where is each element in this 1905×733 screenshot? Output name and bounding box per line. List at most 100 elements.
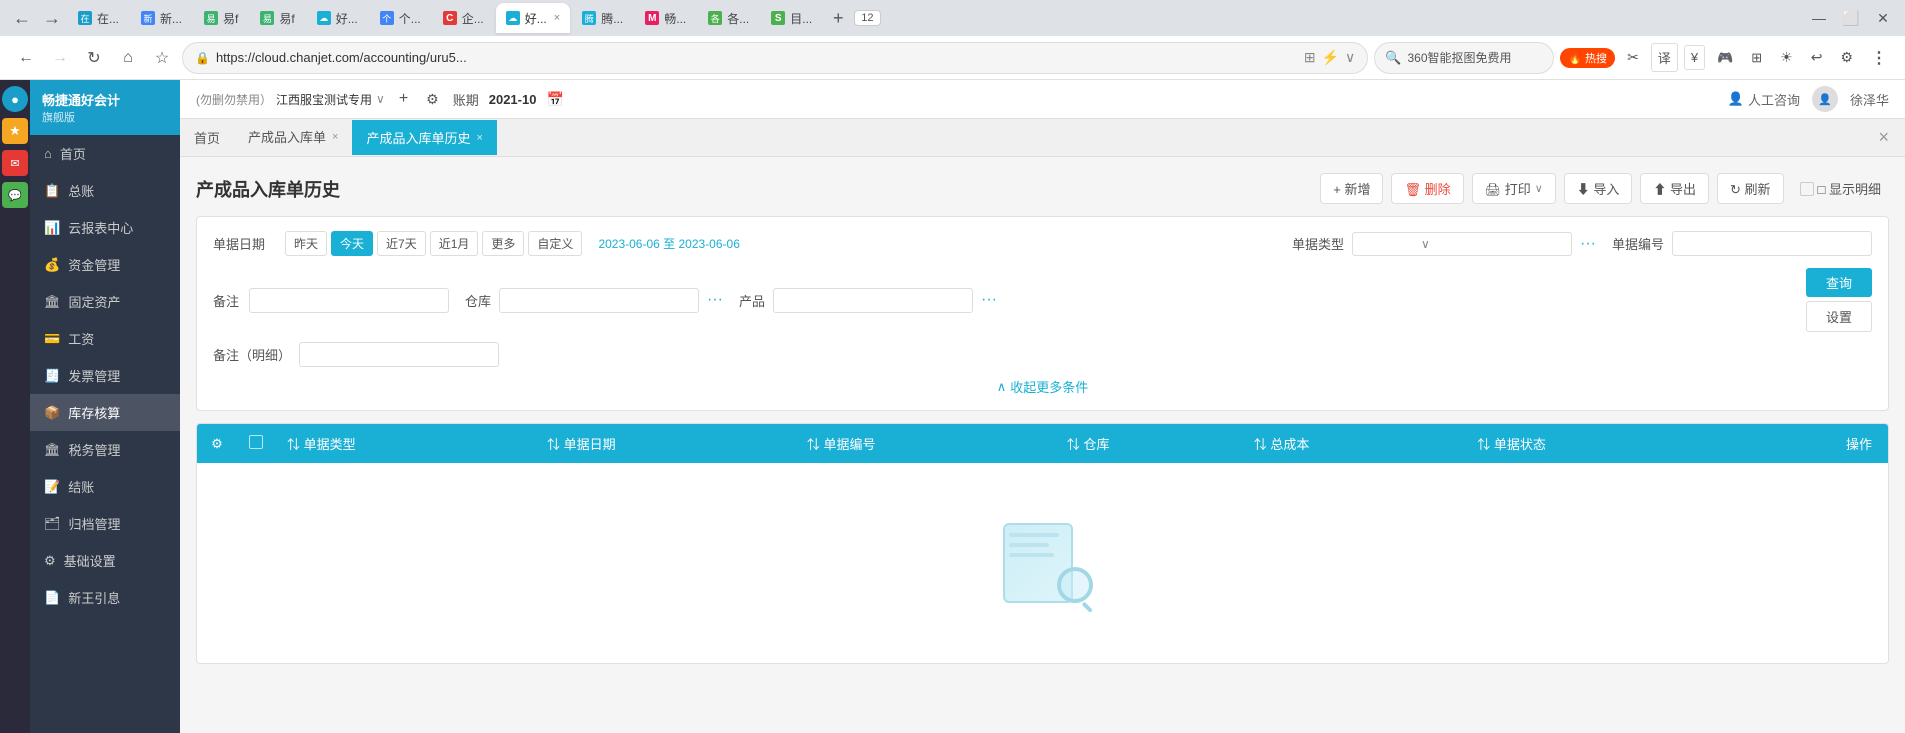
tab-7[interactable]: C 企... <box>433 3 494 33</box>
tab-12[interactable]: S 目... <box>761 3 822 33</box>
tab-count-badge[interactable]: 12 <box>854 10 880 26</box>
tab-11[interactable]: 各 各... <box>698 3 759 33</box>
tab-1[interactable]: 在 在... <box>68 3 129 33</box>
th-type[interactable]: ⇅ 单据类型 <box>275 424 535 463</box>
nav-forward-btn[interactable]: → <box>46 44 74 72</box>
tab-10[interactable]: M 畅... <box>635 3 696 33</box>
header-add-btn[interactable]: + <box>395 90 412 108</box>
nav-item-fixed[interactable]: 🏛 固定资产 <box>30 283 180 320</box>
tab-4[interactable]: 易 易f <box>250 3 304 33</box>
toolbar-import-btn[interactable]: ⬇ 导入 <box>1564 173 1633 204</box>
nav-item-tax[interactable]: 🏛 税务管理 <box>30 431 180 468</box>
header-settings-btn[interactable]: ⚙ <box>422 91 443 108</box>
nav-home-btn[interactable]: ⌂ <box>114 44 142 72</box>
toolbar-show-checkbox[interactable]: □ 显示明细 <box>1792 174 1889 203</box>
page-tab-1[interactable]: 产成品入库单 × <box>234 119 352 156</box>
nav-item-home[interactable]: ⌂ 首页 <box>30 135 180 172</box>
dropdown-icon[interactable]: ∨ <box>1345 49 1355 66</box>
new-tab-button[interactable]: + <box>824 4 852 32</box>
th-settings[interactable]: ⚙ <box>197 424 237 463</box>
hot-badge[interactable]: 🔥 热搜 <box>1560 48 1615 68</box>
icon-sidebar-star[interactable]: ★ <box>2 118 28 144</box>
toolbar-export-btn[interactable]: ⬆ 导出 <box>1640 173 1709 204</box>
th-status[interactable]: ⇅ 单据状态 <box>1465 424 1725 463</box>
toolbar-delete-btn[interactable]: 🗑 删除 <box>1391 173 1463 204</box>
th-date[interactable]: ⇅ 单据日期 <box>535 424 795 463</box>
tab-3[interactable]: 易 易f <box>194 3 248 33</box>
nav-back-btn[interactable]: ← <box>12 44 40 72</box>
date-btn-today[interactable]: 今天 <box>331 231 373 256</box>
page-tab-2-close[interactable]: × <box>476 132 482 144</box>
company-select[interactable]: (勿删勿禁用） (勿删勿禁用）江西服宝测试专用 江西服宝测试专用 ∨ <box>196 91 385 108</box>
window-close[interactable]: ✕ <box>1869 4 1897 32</box>
th-check[interactable] <box>237 424 275 463</box>
user-avatar[interactable]: 👤 <box>1812 86 1838 112</box>
game-tool[interactable]: 🎮 <box>1711 46 1739 70</box>
theme-tool[interactable]: ☀ <box>1774 45 1799 70</box>
header-checkbox[interactable] <box>249 435 263 449</box>
filter-warehouse-dots[interactable]: ··· <box>707 291 723 309</box>
history-tool[interactable]: ↩ <box>1805 45 1829 70</box>
nav-refresh-btn[interactable]: ↻ <box>80 44 108 72</box>
tab-2[interactable]: 新 新... <box>131 3 192 33</box>
nav-item-settle[interactable]: 📝 结账 <box>30 468 180 505</box>
breadcrumb-home[interactable]: 首页 <box>180 120 234 155</box>
browser-nav-forward[interactable]: → <box>38 4 66 32</box>
address-bar[interactable]: 🔒 https://cloud.chanjet.com/accounting/u… <box>182 42 1368 74</box>
scissors-tool[interactable]: ✂ <box>1621 45 1645 70</box>
setting-btn[interactable]: 设置 <box>1806 301 1872 332</box>
tab-8-close[interactable]: × <box>554 12 560 24</box>
filter-warehouse-input[interactable] <box>499 288 699 313</box>
tab-5[interactable]: ☁ 好... <box>307 3 368 33</box>
nav-item-basic[interactable]: ⚙ 基础设置 <box>30 542 180 579</box>
window-restore[interactable]: ⬜ <box>1837 4 1865 32</box>
page-tab-2[interactable]: 产成品入库单历史 × <box>352 120 496 155</box>
tab-6[interactable]: 个 个... <box>370 3 431 33</box>
filter-voucher-input[interactable] <box>1672 231 1872 256</box>
filter-note-detail-input[interactable] <box>299 342 499 367</box>
tab-8-active[interactable]: ☁ 好... × <box>496 3 570 33</box>
panel-close-btn[interactable]: × <box>1862 127 1905 148</box>
nav-item-ledger[interactable]: 📋 总账 <box>30 172 180 209</box>
date-btn-7days[interactable]: 近7天 <box>377 231 426 256</box>
nav-item-salary[interactable]: 💳 工资 <box>30 320 180 357</box>
icon-sidebar-msg[interactable]: 💬 <box>2 182 28 208</box>
user-service-btn[interactable]: 👤 人工咨询 <box>1728 90 1800 109</box>
toolbar-print-btn[interactable]: 🖨 打印 ∨ <box>1472 173 1556 204</box>
nav-star-btn[interactable]: ☆ <box>148 44 176 72</box>
th-warehouse[interactable]: ⇅ 仓库 <box>1055 424 1242 463</box>
search-btn[interactable]: 查询 <box>1806 268 1872 297</box>
filter-note-input[interactable] <box>249 288 449 313</box>
tab-9[interactable]: 腾 腾... <box>572 3 633 33</box>
th-number[interactable]: ⇅ 单据编号 <box>795 424 1055 463</box>
date-btn-1month[interactable]: 近1月 <box>430 231 479 256</box>
filter-type-dots[interactable]: ··· <box>1580 235 1596 253</box>
th-cost[interactable]: ⇅ 总成本 <box>1242 424 1465 463</box>
nav-item-capital[interactable]: 💰 资金管理 <box>30 246 180 283</box>
period-calendar-icon[interactable]: 📅 <box>546 91 563 108</box>
print-dropdown-icon[interactable]: ∨ <box>1535 182 1543 195</box>
filter-product-dots[interactable]: ··· <box>981 291 997 309</box>
collapse-btn[interactable]: ∧ 收起更多条件 <box>997 377 1089 396</box>
company-dropdown-icon[interactable]: ∨ <box>376 92 385 106</box>
toolbar-refresh-btn[interactable]: ↻ 刷新 <box>1717 173 1784 204</box>
search-bar[interactable]: 🔍 360智能抠图免费用 <box>1374 42 1554 74</box>
translate-tool[interactable]: 译 <box>1651 43 1678 72</box>
nav-item-inventory[interactable]: 📦 库存核算 <box>30 394 180 431</box>
date-btn-yesterday[interactable]: 昨天 <box>285 231 327 256</box>
icon-sidebar-mail[interactable]: ✉ <box>2 150 28 176</box>
nav-item-newopen[interactable]: 📄 新王引息 <box>30 579 180 616</box>
window-minimize[interactable]: — <box>1805 4 1833 32</box>
more-tool[interactable]: ⋮ <box>1865 44 1893 72</box>
date-btn-custom[interactable]: 自定义 <box>528 231 582 256</box>
nav-item-archive[interactable]: 🗂 归档管理 <box>30 505 180 542</box>
filter-product-input[interactable] <box>773 288 973 313</box>
yuan-tool[interactable]: ¥ <box>1684 45 1705 70</box>
page-tab-1-close[interactable]: × <box>332 131 338 143</box>
grid-tool[interactable]: ⊞ <box>1745 46 1768 70</box>
nav-item-report[interactable]: 📊 云报表中心 <box>30 209 180 246</box>
nav-item-invoice[interactable]: 🧾 发票管理 <box>30 357 180 394</box>
settings-tool[interactable]: ⚙ <box>1834 45 1859 70</box>
filter-type-select[interactable]: ∨ <box>1352 232 1572 256</box>
browser-nav-back[interactable]: ← <box>8 4 36 32</box>
